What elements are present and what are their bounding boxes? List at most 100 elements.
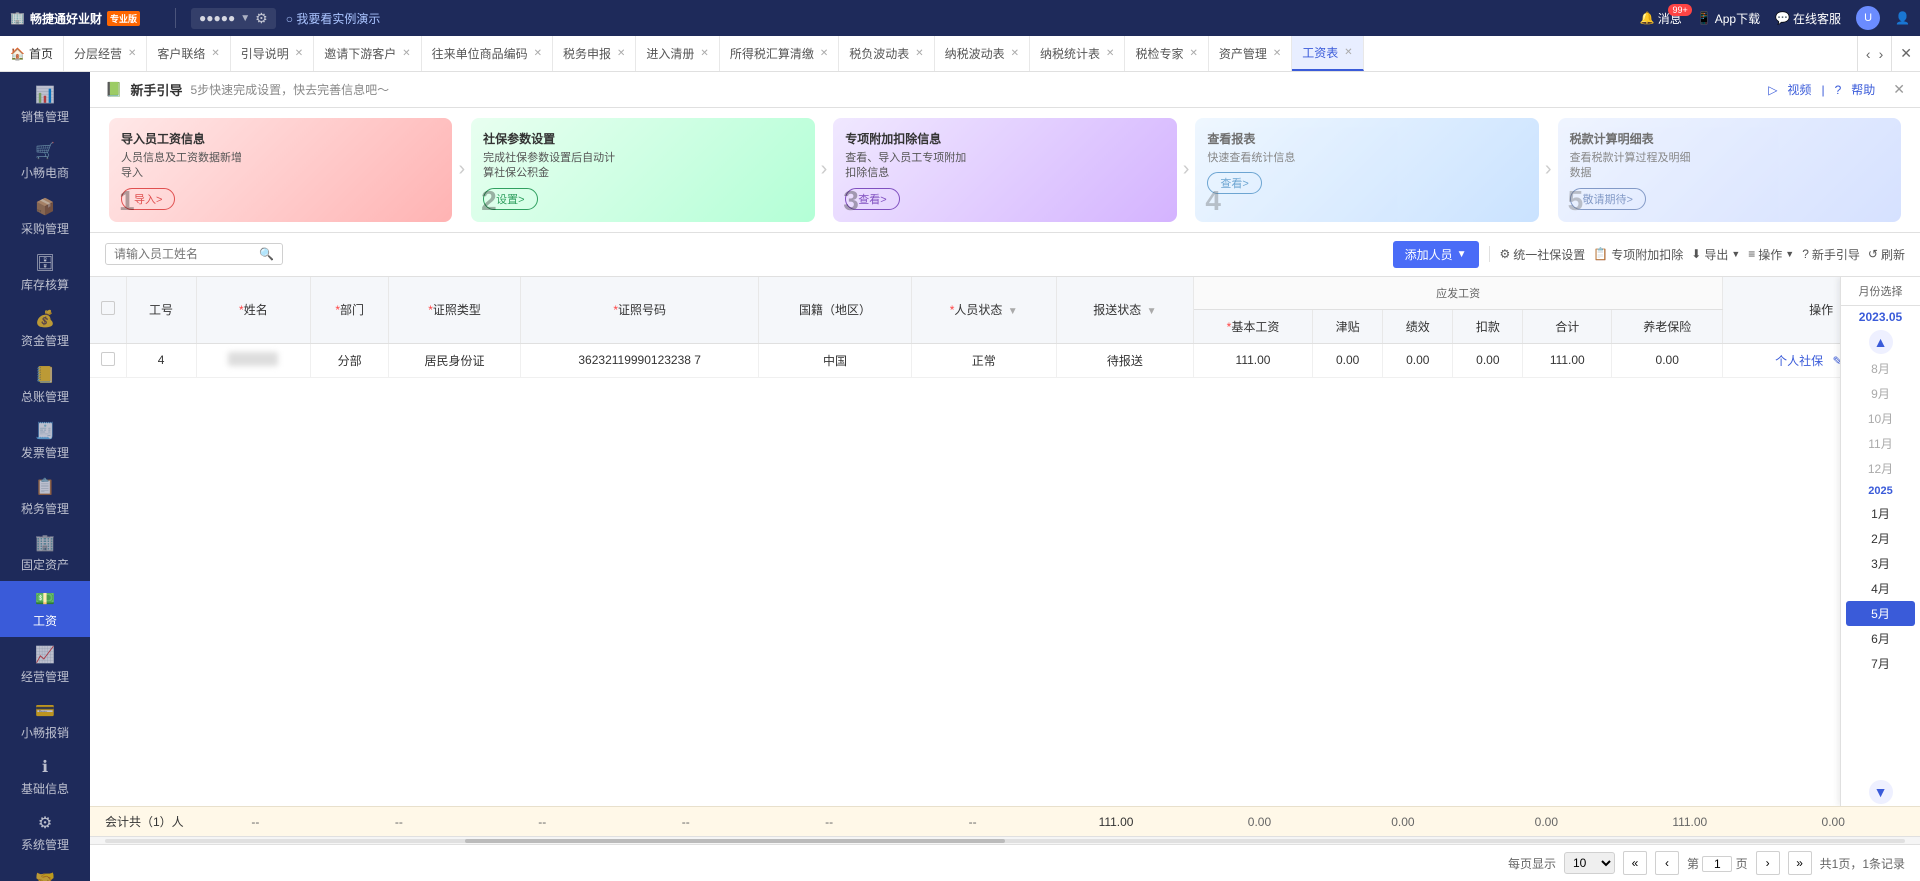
tab-mianjian[interactable]: 税负波动表 ✕ [839, 36, 934, 71]
sidebar-item-tax[interactable]: 📋 税务管理 [0, 469, 90, 525]
tab-wanglai[interactable]: 往来单位商品编码 ✕ [422, 36, 553, 71]
horizontal-scrollbar[interactable] [90, 836, 1920, 844]
send-status-sort-icon[interactable]: ▼ [1147, 306, 1157, 317]
tab-zhuanjia-close[interactable]: ✕ [1189, 48, 1197, 59]
tab-zichan-close[interactable]: ✕ [1273, 48, 1281, 59]
sidebar-item-basic[interactable]: ℹ 基础信息 [0, 749, 90, 805]
sidebar-item-inventory[interactable]: 🗄 库存核算 [0, 245, 90, 301]
tab-yinshuoshuoming-close[interactable]: ✕ [295, 48, 303, 59]
avatar[interactable]: U [1856, 6, 1880, 30]
sidebar-item-accounting[interactable]: 📒 总账管理 [0, 357, 90, 413]
operate-btn[interactable]: ≡ 操作 ▼ [1748, 246, 1794, 263]
tab-shuiwu-close[interactable]: ✕ [617, 48, 625, 59]
row-checkbox[interactable] [101, 352, 115, 366]
tab-natongji[interactable]: 纳税统计表 ✕ [1030, 36, 1125, 71]
tab-kehu[interactable]: 客户联络 ✕ [147, 36, 230, 71]
sidebar-item-purchase[interactable]: 📦 采购管理 [0, 189, 90, 245]
tab-zhuanjia-label: 税检专家 [1135, 45, 1183, 62]
month-2[interactable]: 2月 [1841, 526, 1920, 551]
sidebar-item-salary[interactable]: 💵 工资 [0, 581, 90, 637]
tab-gongzi-close[interactable]: ✕ [1344, 47, 1352, 58]
month-11[interactable]: 11月 [1841, 431, 1920, 456]
guide-help-label[interactable]: 帮助 [1851, 81, 1875, 98]
guide-close-btn[interactable]: ✕ [1893, 81, 1905, 98]
month-6[interactable]: 6月 [1841, 626, 1920, 651]
tab-fen-ceng[interactable]: 分层经营 ✕ [64, 36, 147, 71]
close-all-tabs-btn[interactable]: ✕ [1891, 36, 1920, 71]
first-page-btn[interactable]: « [1623, 851, 1647, 875]
tab-jinru[interactable]: 进入清册 ✕ [636, 36, 719, 71]
tab-fen-ceng-close[interactable]: ✕ [128, 48, 136, 59]
page-number-input[interactable] [1702, 856, 1732, 872]
demo-link[interactable]: ○ 我要看实例演示 [286, 10, 381, 27]
last-page-btn[interactable]: » [1788, 851, 1812, 875]
month-picker-up-btn[interactable]: ▲ [1869, 330, 1893, 354]
company-dropdown-icon[interactable]: ▼ [240, 13, 250, 24]
sidebar-item-operations[interactable]: 📈 经营管理 [0, 637, 90, 693]
month-picker-down-btn[interactable]: ▼ [1869, 780, 1893, 804]
page-size-select[interactable]: 10 20 50 100 [1564, 852, 1615, 874]
sidebar-item-xiaochang-sales[interactable]: 💳 小畅报销 [0, 693, 90, 749]
special-deduct-btn[interactable]: 📋 专项附加扣除 [1593, 246, 1683, 263]
tab-prev-arrow[interactable]: ‹ [1863, 46, 1874, 62]
month-5[interactable]: 5月 [1846, 601, 1915, 626]
export-dropdown-icon: ▼ [1731, 249, 1740, 259]
month-9[interactable]: 9月 [1841, 381, 1920, 406]
tab-nabo-close[interactable]: ✕ [1011, 48, 1019, 59]
tab-suode-close[interactable]: ✕ [820, 48, 828, 59]
search-input[interactable] [114, 247, 254, 261]
scrollbar-thumb[interactable] [465, 839, 1005, 843]
month-12[interactable]: 12月 [1841, 456, 1920, 481]
status-sort-icon[interactable]: ▼ [1008, 306, 1018, 317]
month-3[interactable]: 3月 [1841, 551, 1920, 576]
tab-natongji-close[interactable]: ✕ [1106, 48, 1114, 59]
tab-nabo[interactable]: 纳税波动表 ✕ [935, 36, 1030, 71]
online-service-btn[interactable]: 💬 在线客服 [1775, 10, 1841, 27]
new-guide-btn[interactable]: ? 新手引导 [1802, 246, 1860, 263]
sidebar-item-invoice[interactable]: 🧾 发票管理 [0, 413, 90, 469]
settings-icon[interactable]: ⚙ [255, 10, 268, 27]
search-icon[interactable]: 🔍 [259, 247, 274, 261]
tab-yinshuoshuoming[interactable]: 引导说明 ✕ [231, 36, 314, 71]
add-person-button[interactable]: 添加人员 ▼ [1393, 241, 1479, 268]
tab-shuiwu[interactable]: 税务申报 ✕ [553, 36, 636, 71]
month-4[interactable]: 4月 [1841, 576, 1920, 601]
tab-wanglai-close[interactable]: ✕ [534, 48, 542, 59]
tab-yaoqing-close[interactable]: ✕ [402, 48, 410, 59]
footer-cell-8: 0.00 [1331, 815, 1474, 829]
message-btn[interactable]: 🔔 消息 99+ [1640, 10, 1682, 27]
sidebar-system-label: 系统管理 [21, 836, 69, 853]
social-settings-btn[interactable]: ⚙ 统一社保设置 [1500, 246, 1586, 263]
month-picker-year[interactable]: 2023.05 [1855, 306, 1906, 328]
app-download-btn[interactable]: 📱 App下载 [1697, 10, 1760, 27]
sidebar-item-collab[interactable]: 🤝 企业协同 [0, 861, 90, 881]
sidebar-item-sales[interactable]: 📊 销售管理 [0, 77, 90, 133]
tab-gongzi[interactable]: 工资表 ✕ [1292, 36, 1363, 71]
sidebar-item-system[interactable]: ⚙ 系统管理 [0, 805, 90, 861]
month-7[interactable]: 7月 [1841, 651, 1920, 676]
tab-mianjian-close[interactable]: ✕ [915, 48, 923, 59]
select-all-checkbox[interactable] [101, 301, 115, 315]
month-1[interactable]: 1月 [1841, 501, 1920, 526]
tab-suode[interactable]: 所得税汇算清缴 ✕ [720, 36, 839, 71]
footer-cell-3: -- [614, 815, 757, 829]
guide-video-label[interactable]: 视频 [1787, 81, 1811, 98]
tab-jinru-close[interactable]: ✕ [700, 48, 708, 59]
tab-kehu-close[interactable]: ✕ [211, 48, 219, 59]
month-10[interactable]: 10月 [1841, 406, 1920, 431]
tab-zichan[interactable]: 资产管理 ✕ [1209, 36, 1292, 71]
sidebar-item-funds[interactable]: 💰 资金管理 [0, 301, 90, 357]
tab-yaoqing[interactable]: 邀请下游客户 ✕ [314, 36, 421, 71]
user-btn[interactable]: 👤 [1895, 11, 1910, 25]
personal-social-link[interactable]: 个人社保 [1775, 354, 1823, 368]
month-8[interactable]: 8月 [1841, 356, 1920, 381]
sidebar-item-assets[interactable]: 🏢 固定资产 [0, 525, 90, 581]
prev-page-btn[interactable]: ‹ [1655, 851, 1679, 875]
tab-home[interactable]: 🏠 首页 [0, 36, 64, 71]
refresh-btn[interactable]: ↺ 刷新 [1868, 246, 1905, 263]
tab-zhuanjia[interactable]: 税检专家 ✕ [1125, 36, 1208, 71]
next-page-btn[interactable]: › [1756, 851, 1780, 875]
sidebar-item-xiaochang[interactable]: 🛒 小畅电商 [0, 133, 90, 189]
export-btn[interactable]: ⬇ 导出 ▼ [1691, 246, 1740, 263]
tab-next-arrow[interactable]: › [1876, 46, 1887, 62]
